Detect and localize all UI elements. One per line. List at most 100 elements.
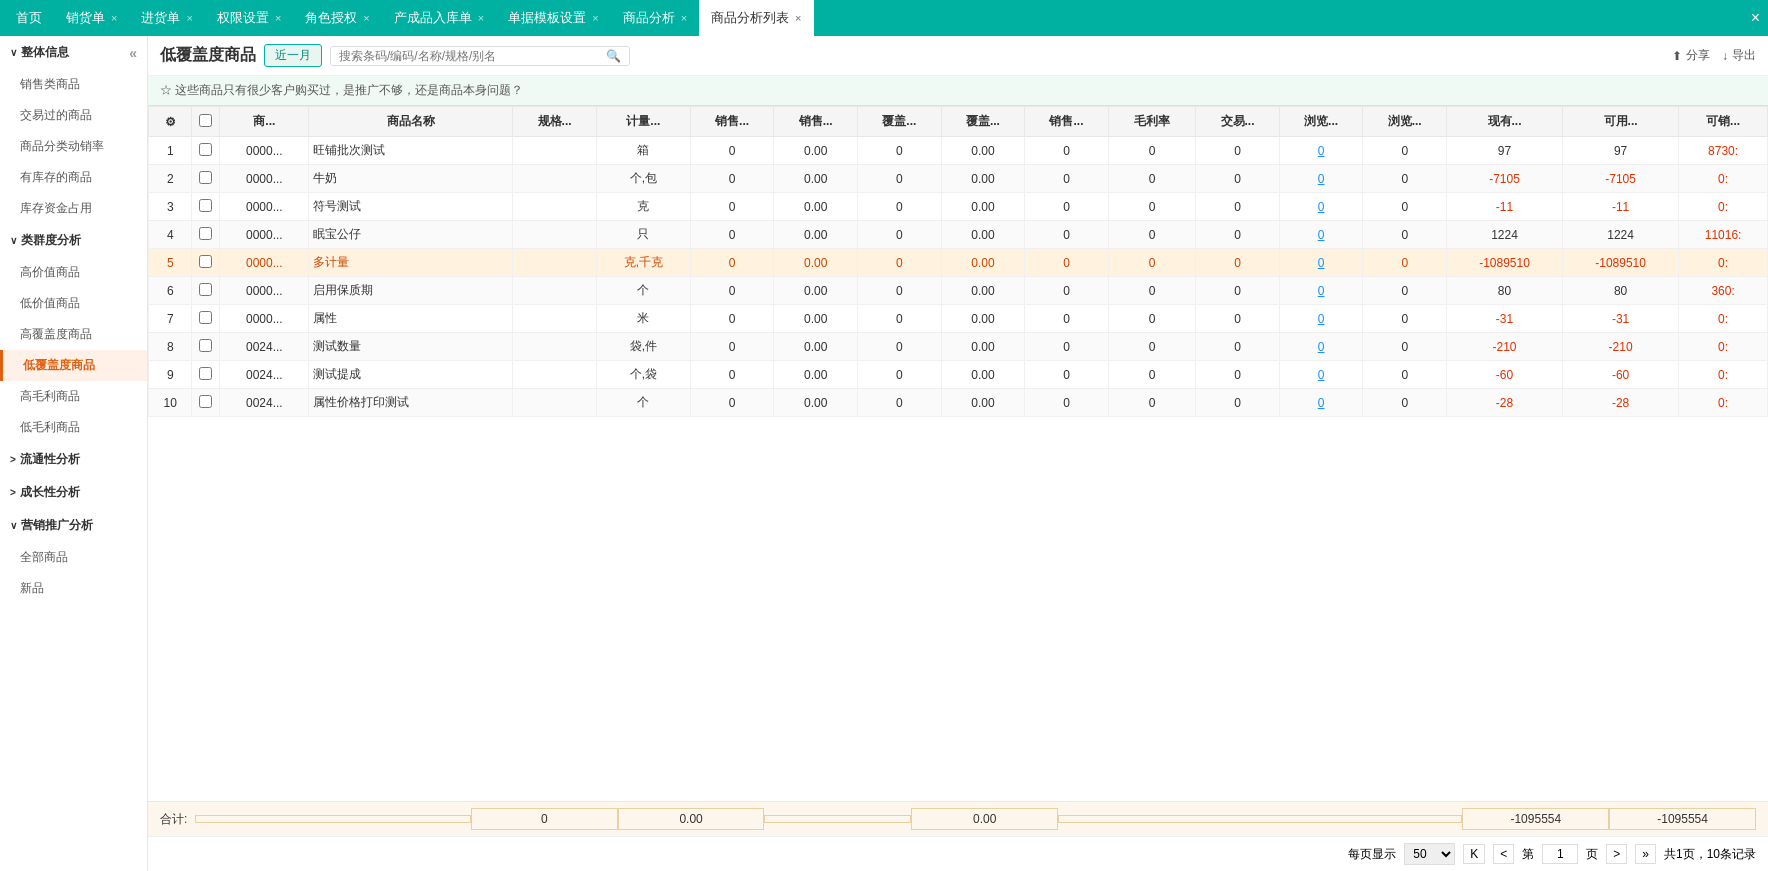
row-s1: 0 <box>690 249 774 277</box>
row-checkbox[interactable] <box>192 389 220 417</box>
row-checkbox[interactable] <box>192 361 220 389</box>
nav-tab-purchase[interactable]: 进货单 × <box>129 0 204 36</box>
col-settings[interactable]: ⚙ <box>149 107 192 137</box>
row-browse1[interactable]: 0 <box>1279 333 1363 361</box>
col-spec[interactable]: 规格... <box>513 107 597 137</box>
close-all-button[interactable]: × <box>1751 9 1760 27</box>
sidebar-item-stocked-goods[interactable]: 有库存的商品 <box>0 162 147 193</box>
row-browse1[interactable]: 0 <box>1279 193 1363 221</box>
row-browse1[interactable]: 0 <box>1279 305 1363 333</box>
close-sales-icon[interactable]: × <box>111 12 117 24</box>
row-checkbox[interactable] <box>192 249 220 277</box>
sidebar-section-marketing[interactable]: ∨ 营销推广分析 <box>0 509 147 542</box>
col-sales3[interactable]: 销售... <box>1025 107 1109 137</box>
row-s2: 0.00 <box>774 249 858 277</box>
nav-tab-sales[interactable]: 销货单 × <box>54 0 129 36</box>
row-browse1[interactable]: 0 <box>1279 249 1363 277</box>
col-code[interactable]: 商... <box>220 107 309 137</box>
sidebar-item-category-rate[interactable]: 商品分类动销率 <box>0 131 147 162</box>
row-browse1[interactable]: 0 <box>1279 277 1363 305</box>
sidebar-section-class[interactable]: ∨ 类群度分析 <box>0 224 147 257</box>
filter-recent-month-button[interactable]: 近一月 <box>264 44 322 67</box>
search-input[interactable] <box>339 49 606 63</box>
close-analysis-list-icon[interactable]: × <box>795 12 801 24</box>
content-header: 低覆盖度商品 近一月 🔍 ⬆ 分享 ↓ 导出 <box>148 36 1768 76</box>
last-page-button[interactable]: » <box>1635 844 1656 864</box>
col-name[interactable]: 商品名称 <box>309 107 513 137</box>
col-saleable[interactable]: 可销... <box>1679 107 1768 137</box>
col-trade[interactable]: 交易... <box>1196 107 1280 137</box>
row-c1: 0 <box>858 249 942 277</box>
sidebar-item-new-goods[interactable]: 新品 <box>0 573 147 604</box>
col-stock1[interactable]: 现有... <box>1447 107 1563 137</box>
first-page-button[interactable]: K <box>1463 844 1485 864</box>
row-s2: 0.00 <box>774 277 858 305</box>
sidebar-collapse-button[interactable]: « <box>129 45 137 61</box>
nav-tab-template[interactable]: 单据模板设置 × <box>496 0 610 36</box>
nav-tab-roles[interactable]: 角色授权 × <box>293 0 381 36</box>
export-button[interactable]: ↓ 导出 <box>1722 47 1756 64</box>
row-browse1[interactable]: 0 <box>1279 137 1363 165</box>
share-button[interactable]: ⬆ 分享 <box>1672 47 1710 64</box>
sidebar-item-all-goods[interactable]: 全部商品 <box>0 542 147 573</box>
sidebar-section-growth[interactable]: > 成长性分析 <box>0 476 147 509</box>
row-checkbox[interactable] <box>192 221 220 249</box>
close-warehouse-icon[interactable]: × <box>478 12 484 24</box>
close-roles-icon[interactable]: × <box>363 12 369 24</box>
nav-tab-home[interactable]: 首页 <box>4 0 54 36</box>
section-overall-arrow: ∨ <box>10 47 17 58</box>
col-unit[interactable]: 计量... <box>596 107 690 137</box>
row-code: 0000... <box>220 249 309 277</box>
col-coverage1[interactable]: 覆盖... <box>858 107 942 137</box>
per-page-select[interactable]: 50 10 20 100 <box>1404 843 1455 865</box>
row-stock2: 80 <box>1563 277 1679 305</box>
close-permissions-icon[interactable]: × <box>275 12 281 24</box>
sidebar-item-high-value[interactable]: 高价值商品 <box>0 257 147 288</box>
next-page-button[interactable]: > <box>1606 844 1627 864</box>
col-browse2[interactable]: 浏览... <box>1363 107 1447 137</box>
close-analysis-icon[interactable]: × <box>681 12 687 24</box>
select-all-checkbox[interactable] <box>199 114 212 127</box>
sidebar-item-high-coverage[interactable]: 高覆盖度商品 <box>0 319 147 350</box>
row-checkbox[interactable] <box>192 305 220 333</box>
col-stock2[interactable]: 可用... <box>1563 107 1679 137</box>
col-coverage2[interactable]: 覆盖... <box>941 107 1025 137</box>
row-c1: 0 <box>858 165 942 193</box>
row-checkbox[interactable] <box>192 277 220 305</box>
sidebar-item-capital[interactable]: 库存资金占用 <box>0 193 147 224</box>
nav-tab-permissions[interactable]: 权限设置 × <box>205 0 293 36</box>
row-browse1[interactable]: 0 <box>1279 221 1363 249</box>
row-browse1[interactable]: 0 <box>1279 389 1363 417</box>
page-number-input[interactable] <box>1542 844 1578 864</box>
col-browse1[interactable]: 浏览... <box>1279 107 1363 137</box>
col-sales2[interactable]: 销售... <box>774 107 858 137</box>
row-browse1[interactable]: 0 <box>1279 165 1363 193</box>
sidebar-section-overall[interactable]: ∨ 整体信息 « <box>0 36 147 69</box>
col-gross-rate[interactable]: 毛利率 <box>1108 107 1195 137</box>
row-no: 9 <box>149 361 192 389</box>
sidebar-item-low-value[interactable]: 低价值商品 <box>0 288 147 319</box>
col-checkbox[interactable] <box>192 107 220 137</box>
main-container: ∨ 整体信息 « 销售类商品 交易过的商品 商品分类动销率 有库存的商品 库存资… <box>0 36 1768 871</box>
nav-tab-analysis[interactable]: 商品分析 × <box>611 0 699 36</box>
row-stock1: -60 <box>1447 361 1563 389</box>
sidebar-item-low-coverage[interactable]: 低覆盖度商品 <box>0 350 147 381</box>
row-checkbox[interactable] <box>192 165 220 193</box>
row-checkbox[interactable] <box>192 137 220 165</box>
prev-page-button[interactable]: < <box>1493 844 1514 864</box>
search-icon[interactable]: 🔍 <box>606 49 621 63</box>
sidebar-item-low-gross[interactable]: 低毛利商品 <box>0 412 147 443</box>
nav-tab-analysis-list[interactable]: 商品分析列表 × <box>699 0 813 36</box>
sidebar-item-sales-goods[interactable]: 销售类商品 <box>0 69 147 100</box>
col-sales1[interactable]: 销售... <box>690 107 774 137</box>
nav-tab-warehouse[interactable]: 产成品入库单 × <box>382 0 496 36</box>
row-checkbox[interactable] <box>192 333 220 361</box>
close-template-icon[interactable]: × <box>592 12 598 24</box>
row-browse1[interactable]: 0 <box>1279 361 1363 389</box>
sidebar-item-high-gross[interactable]: 高毛利商品 <box>0 381 147 412</box>
row-unit: 克,千克 <box>596 249 690 277</box>
row-checkbox[interactable] <box>192 193 220 221</box>
sidebar-item-traded-goods[interactable]: 交易过的商品 <box>0 100 147 131</box>
close-purchase-icon[interactable]: × <box>186 12 192 24</box>
sidebar-section-flow[interactable]: > 流通性分析 <box>0 443 147 476</box>
